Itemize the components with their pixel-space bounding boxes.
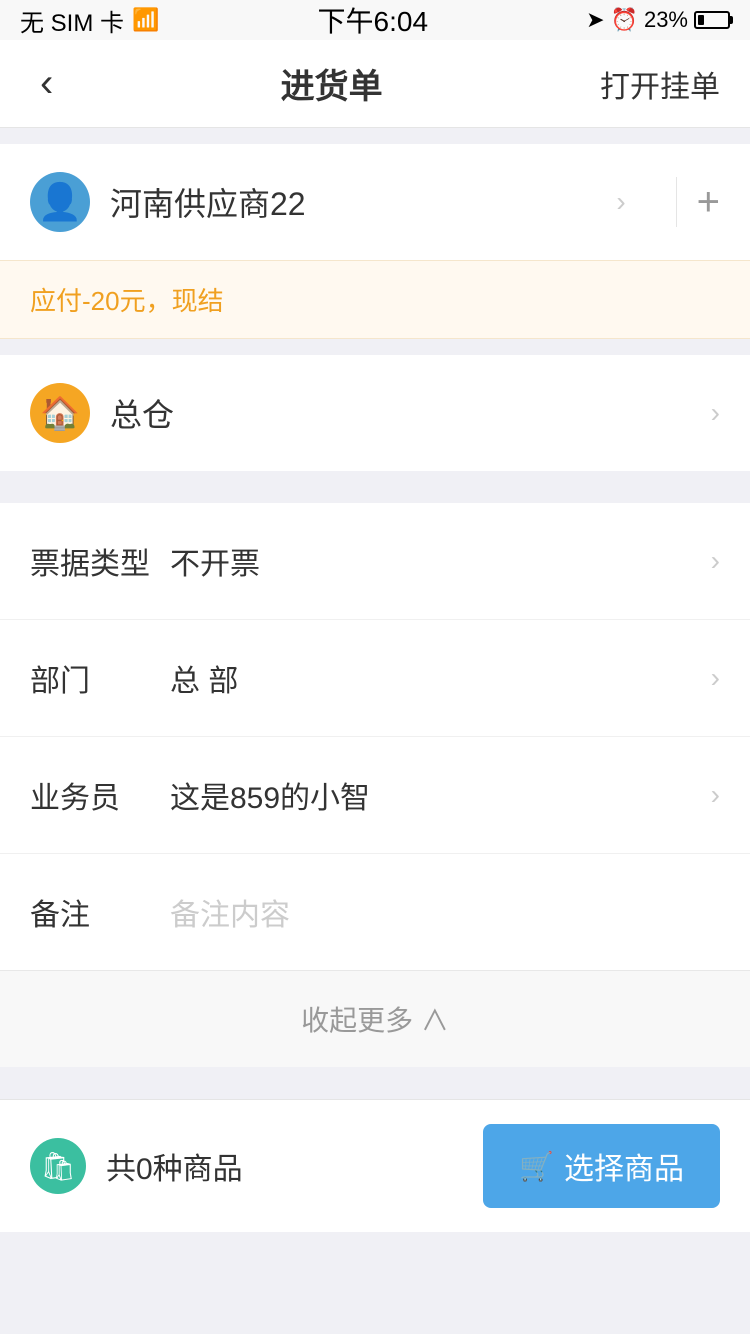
add-supplier-button[interactable]: + <box>697 180 720 225</box>
collapse-row[interactable]: 收起更多 ∧ <box>0 970 750 1067</box>
invoice-chevron-icon: › <box>711 545 720 577</box>
status-bar: 无 SIM 卡 📶 下午6:04 ➤ ⏰ 23% <box>0 0 750 40</box>
notice-bar: 应付-20元，现结 <box>0 260 750 339</box>
form-row-sales-rep[interactable]: 业务员 这是859的小智 › <box>0 737 750 854</box>
section-divider-1 <box>0 128 750 144</box>
product-count: 共0种商品 <box>106 1144 483 1188</box>
battery-percent: 23% <box>644 7 688 33</box>
select-product-label: 选择商品 <box>564 1144 684 1188</box>
department-label: 部门 <box>30 656 170 700</box>
back-button[interactable]: ‹ <box>30 51 63 116</box>
select-product-button[interactable]: 🛒 选择商品 <box>483 1124 720 1208</box>
sales-rep-label: 业务员 <box>30 773 170 817</box>
supplier-section: 👤 河南供应商22 › + 应付-20元，现结 <box>0 144 750 339</box>
invoice-type-value: 不开票 <box>170 539 711 583</box>
battery-icon <box>694 11 730 29</box>
warehouse-icon: 🏠 <box>40 394 80 432</box>
nav-bar: ‹ 进货单 打开挂单 <box>0 40 750 128</box>
form-row-invoice[interactable]: 票据类型 不开票 › <box>0 503 750 620</box>
supplier-row[interactable]: 👤 河南供应商22 › + <box>0 144 750 260</box>
remark-placeholder[interactable]: 备注内容 <box>170 890 720 934</box>
vertical-divider <box>676 177 677 227</box>
open-pending-button[interactable]: 打开挂单 <box>600 62 720 106</box>
person-icon: 👤 <box>38 181 83 223</box>
location-icon: ➤ <box>586 7 604 33</box>
form-row-department[interactable]: 部门 总 部 › <box>0 620 750 737</box>
add-product-icon: 🛒 <box>519 1150 554 1183</box>
department-chevron-icon: › <box>711 662 720 694</box>
bottom-bar: 🛍 共0种商品 🛒 选择商品 <box>0 1099 750 1232</box>
form-row-remark[interactable]: 备注 备注内容 <box>0 854 750 970</box>
supplier-name: 河南供应商22 <box>110 179 616 225</box>
invoice-type-label: 票据类型 <box>30 539 170 583</box>
section-divider-2 <box>0 339 750 355</box>
wifi-icon: 📶 <box>132 7 159 33</box>
status-carrier: 无 SIM 卡 📶 <box>20 3 159 38</box>
supplier-chevron-icon: › <box>616 186 625 218</box>
page-title: 进货单 <box>281 59 383 108</box>
warehouse-name: 总仓 <box>110 390 711 436</box>
warehouse-section: 🏠 总仓 › <box>0 355 750 471</box>
sales-rep-value: 这是859的小智 <box>170 773 711 817</box>
department-value: 总 部 <box>170 656 711 700</box>
remark-label: 备注 <box>30 890 170 934</box>
alarm-icon: ⏰ <box>611 7 638 33</box>
notice-text: 应付-20元，现结 <box>30 286 224 316</box>
sales-rep-chevron-icon: › <box>711 779 720 811</box>
section-divider-3 <box>0 471 750 487</box>
status-right: ➤ ⏰ 23% <box>586 7 730 33</box>
status-time: 下午6:04 <box>318 0 429 40</box>
collapse-label[interactable]: 收起更多 ∧ <box>301 999 449 1039</box>
warehouse-row[interactable]: 🏠 总仓 › <box>0 355 750 471</box>
shopping-bag-icon: 🛍 <box>40 1150 76 1183</box>
section-divider-4 <box>0 1067 750 1083</box>
warehouse-chevron-icon: › <box>711 397 720 429</box>
warehouse-icon-wrap: 🏠 <box>30 383 90 443</box>
form-section: 票据类型 不开票 › 部门 总 部 › 业务员 这是859的小智 › 备注 备注… <box>0 503 750 970</box>
supplier-avatar: 👤 <box>30 172 90 232</box>
product-icon-wrap: 🛍 <box>30 1138 86 1194</box>
